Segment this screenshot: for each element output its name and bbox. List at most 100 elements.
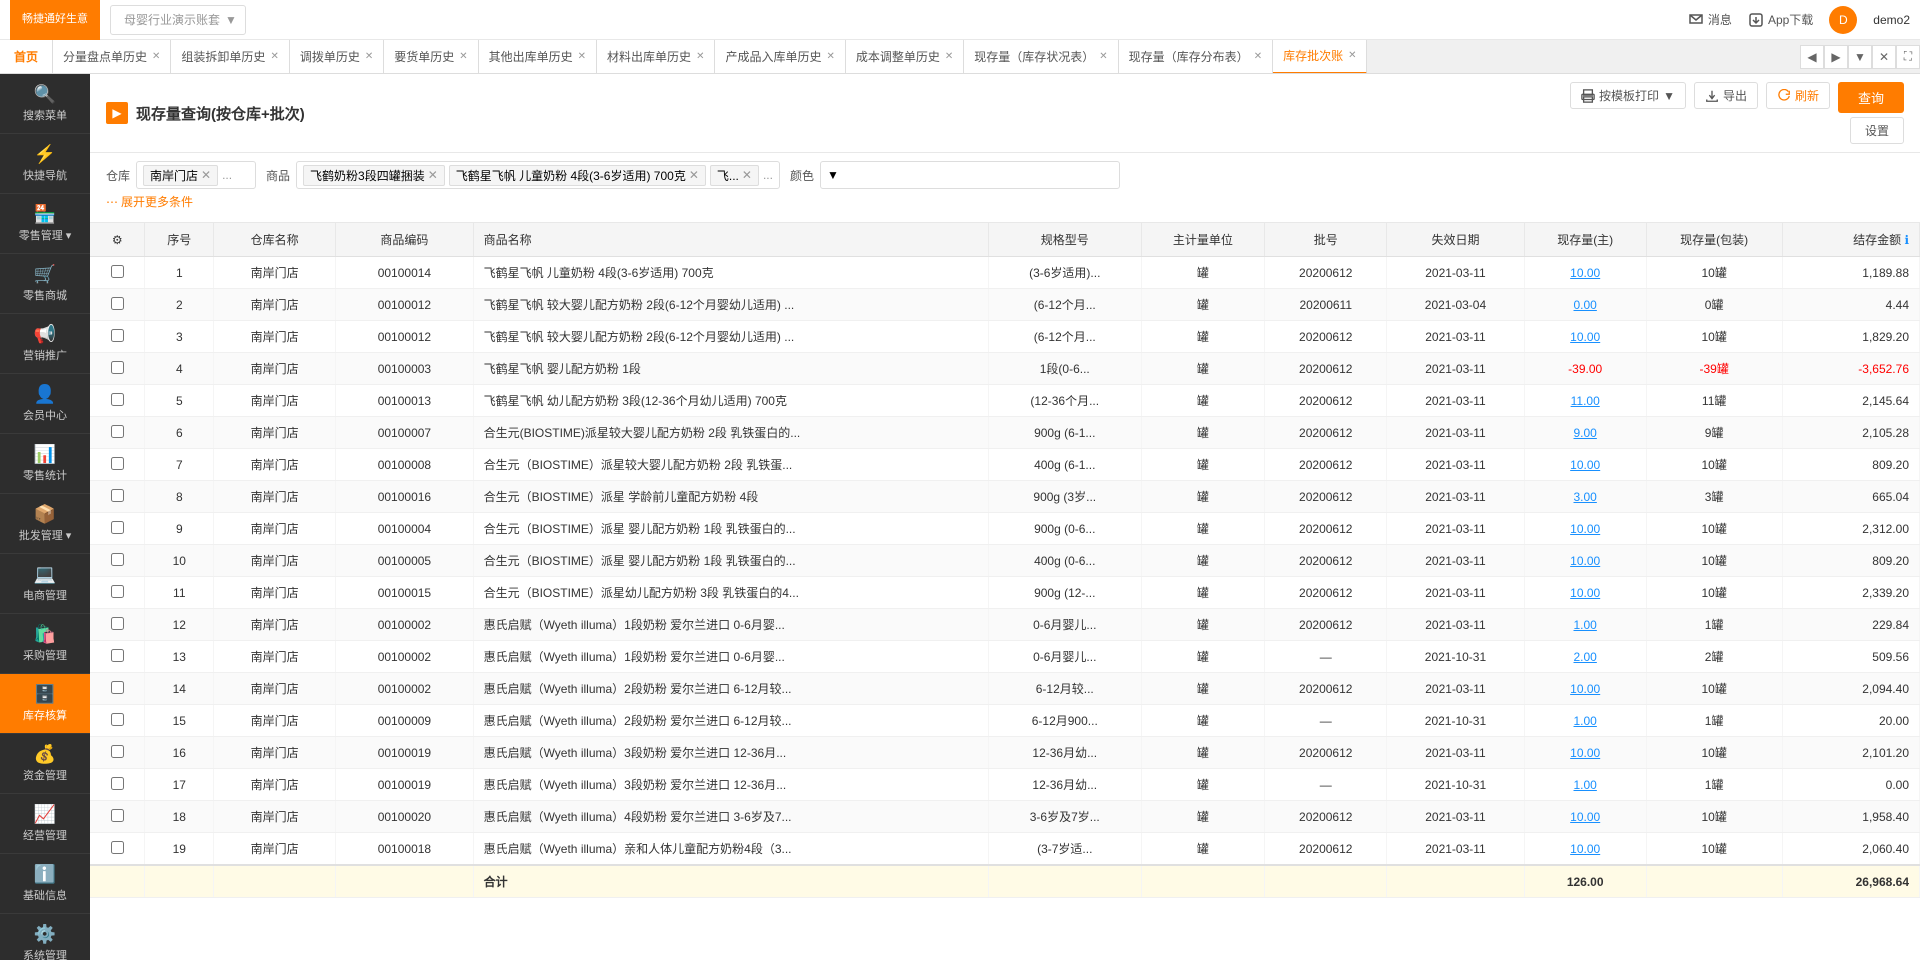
tab-close-current-btn[interactable]: ✕ [1872, 45, 1896, 69]
tab-close-split-inventory[interactable]: ✕ [152, 51, 160, 62]
cell-checkbox[interactable] [90, 769, 145, 801]
sidebar-item-ecommerce[interactable]: 💻 电商管理 [0, 554, 90, 614]
username[interactable]: demo2 [1873, 13, 1910, 27]
tab-close-cost-adjust[interactable]: ✕ [945, 51, 953, 62]
sidebar-item-marketing[interactable]: 📢 营销推广 [0, 314, 90, 374]
tab-cost-adjust[interactable]: 成本调整单历史 ✕ [846, 40, 964, 74]
sidebar-item-basic[interactable]: ℹ️ 基础信息 [0, 854, 90, 914]
cell-checkbox[interactable] [90, 417, 145, 449]
cell-checkbox[interactable] [90, 257, 145, 289]
tab-close-stock-status[interactable]: ✕ [1099, 51, 1107, 62]
tab-disassemble[interactable]: 组装拆卸单历史 ✕ [171, 40, 289, 74]
cell-checkbox[interactable] [90, 641, 145, 673]
cell-qty-main[interactable]: 1.00 [1524, 609, 1646, 641]
cell-qty-main[interactable]: 2.00 [1524, 641, 1646, 673]
industry-selector[interactable]: 母婴行业演示账套 ▼ [110, 5, 246, 35]
row-checkbox[interactable] [111, 681, 124, 694]
export-btn[interactable]: 导出 [1694, 82, 1758, 109]
cell-checkbox[interactable] [90, 737, 145, 769]
expand-arrow-btn[interactable]: ▶ [106, 102, 128, 124]
cell-qty-main[interactable]: 10.00 [1524, 801, 1646, 833]
row-checkbox[interactable] [111, 521, 124, 534]
sidebar-item-retail[interactable]: 🏪 零售管理 ▾ [0, 194, 90, 254]
cell-checkbox[interactable] [90, 481, 145, 513]
row-checkbox[interactable] [111, 489, 124, 502]
sidebar-item-operation[interactable]: 📈 经营管理 [0, 794, 90, 854]
cell-qty-main[interactable]: 10.00 [1524, 321, 1646, 353]
row-checkbox[interactable] [111, 617, 124, 630]
row-checkbox[interactable] [111, 361, 124, 374]
tab-home[interactable]: 首页 [0, 40, 53, 74]
tab-close-disassemble[interactable]: ✕ [270, 51, 278, 62]
row-checkbox[interactable] [111, 393, 124, 406]
row-checkbox[interactable] [111, 553, 124, 566]
tab-material-out[interactable]: 材料出库单历史 ✕ [597, 40, 715, 74]
cell-qty-main[interactable]: 10.00 [1524, 513, 1646, 545]
tab-next-btn[interactable]: ▶ [1824, 45, 1848, 69]
cell-qty-main[interactable]: 3.00 [1524, 481, 1646, 513]
tab-close-other-out[interactable]: ✕ [578, 51, 586, 62]
tab-close-material-out[interactable]: ✕ [696, 51, 704, 62]
expand-more-btn[interactable]: ⋯ 展开更多条件 [106, 193, 1904, 210]
tab-close-stock-dist[interactable]: ✕ [1254, 51, 1262, 62]
refresh-btn[interactable]: 刷新 [1766, 82, 1830, 109]
sidebar-item-shortcut[interactable]: ⚡ 快捷导航 [0, 134, 90, 194]
sidebar-item-search[interactable]: 🔍 搜索菜单 [0, 74, 90, 134]
warehouse-tag-container[interactable]: 南岸门店 ✕ ... [136, 161, 256, 189]
tab-close-product-in[interactable]: ✕ [826, 51, 834, 62]
tab-prev-btn[interactable]: ◀ [1800, 45, 1824, 69]
tab-stock-dist[interactable]: 现存量（库存分布表） ✕ [1119, 40, 1273, 74]
row-checkbox[interactable] [111, 425, 124, 438]
cell-qty-main[interactable]: 10.00 [1524, 449, 1646, 481]
row-checkbox[interactable] [111, 265, 124, 278]
sidebar-item-wholesale[interactable]: 📦 批发管理 ▾ [0, 494, 90, 554]
cell-checkbox[interactable] [90, 353, 145, 385]
cell-qty-main[interactable]: 0.00 [1524, 289, 1646, 321]
row-checkbox[interactable] [111, 841, 124, 854]
sidebar-item-finance[interactable]: 💰 资金管理 [0, 734, 90, 794]
row-checkbox[interactable] [111, 809, 124, 822]
cell-qty-main[interactable]: 10.00 [1524, 833, 1646, 866]
warehouse-dots[interactable]: ... [222, 168, 232, 182]
cell-qty-main[interactable]: 10.00 [1524, 577, 1646, 609]
cell-checkbox[interactable] [90, 609, 145, 641]
cell-qty-main[interactable]: 9.00 [1524, 417, 1646, 449]
cell-checkbox[interactable] [90, 801, 145, 833]
cell-checkbox[interactable] [90, 321, 145, 353]
row-checkbox[interactable] [111, 329, 124, 342]
cell-checkbox[interactable] [90, 289, 145, 321]
product-dots[interactable]: ... [763, 168, 773, 182]
app-download-btn[interactable]: App下载 [1748, 11, 1813, 28]
tab-batch-voucher[interactable]: 库存批次账 ✕ [1273, 40, 1367, 74]
cell-qty-main[interactable]: 1.00 [1524, 769, 1646, 801]
row-checkbox[interactable] [111, 585, 124, 598]
tab-close-batch-voucher[interactable]: ✕ [1348, 50, 1356, 61]
cell-checkbox[interactable] [90, 833, 145, 866]
sidebar-item-system[interactable]: ⚙️ 系统管理 [0, 914, 90, 960]
tab-split-inventory[interactable]: 分量盘点单历史 ✕ [53, 40, 171, 74]
tab-stock-status[interactable]: 现存量（库存状况表） ✕ [964, 40, 1118, 74]
cell-checkbox[interactable] [90, 449, 145, 481]
setting-btn[interactable]: 设置 [1850, 117, 1904, 144]
cell-checkbox[interactable] [90, 513, 145, 545]
query-btn[interactable]: 查询 [1838, 82, 1904, 113]
cell-qty-main[interactable]: 10.00 [1524, 257, 1646, 289]
cell-qty-main[interactable]: 10.00 [1524, 673, 1646, 705]
sidebar-item-member[interactable]: 👤 会员中心 [0, 374, 90, 434]
cell-checkbox[interactable] [90, 545, 145, 577]
product-tag-2-remove[interactable]: ✕ [689, 168, 699, 182]
tab-fullscreen-btn[interactable]: ⛶ [1896, 45, 1920, 69]
row-checkbox[interactable] [111, 713, 124, 726]
cell-qty-main[interactable]: -39.00 [1524, 353, 1646, 385]
tab-other-out[interactable]: 其他出库单历史 ✕ [479, 40, 597, 74]
print-btn[interactable]: 按模板打印 ▼ [1570, 82, 1686, 109]
color-tag-container[interactable]: ▼ [820, 161, 1120, 189]
tab-close-transfer[interactable]: ✕ [365, 51, 373, 62]
message-btn[interactable]: 消息 [1688, 11, 1732, 28]
tab-product-in[interactable]: 产成品入库单历史 ✕ [715, 40, 845, 74]
tab-transfer[interactable]: 调拨单历史 ✕ [290, 40, 384, 74]
cell-checkbox[interactable] [90, 577, 145, 609]
tab-close-requisition[interactable]: ✕ [459, 51, 467, 62]
color-dropdown-arrow[interactable]: ▼ [827, 168, 839, 182]
product-tag-1-remove[interactable]: ✕ [428, 168, 438, 182]
